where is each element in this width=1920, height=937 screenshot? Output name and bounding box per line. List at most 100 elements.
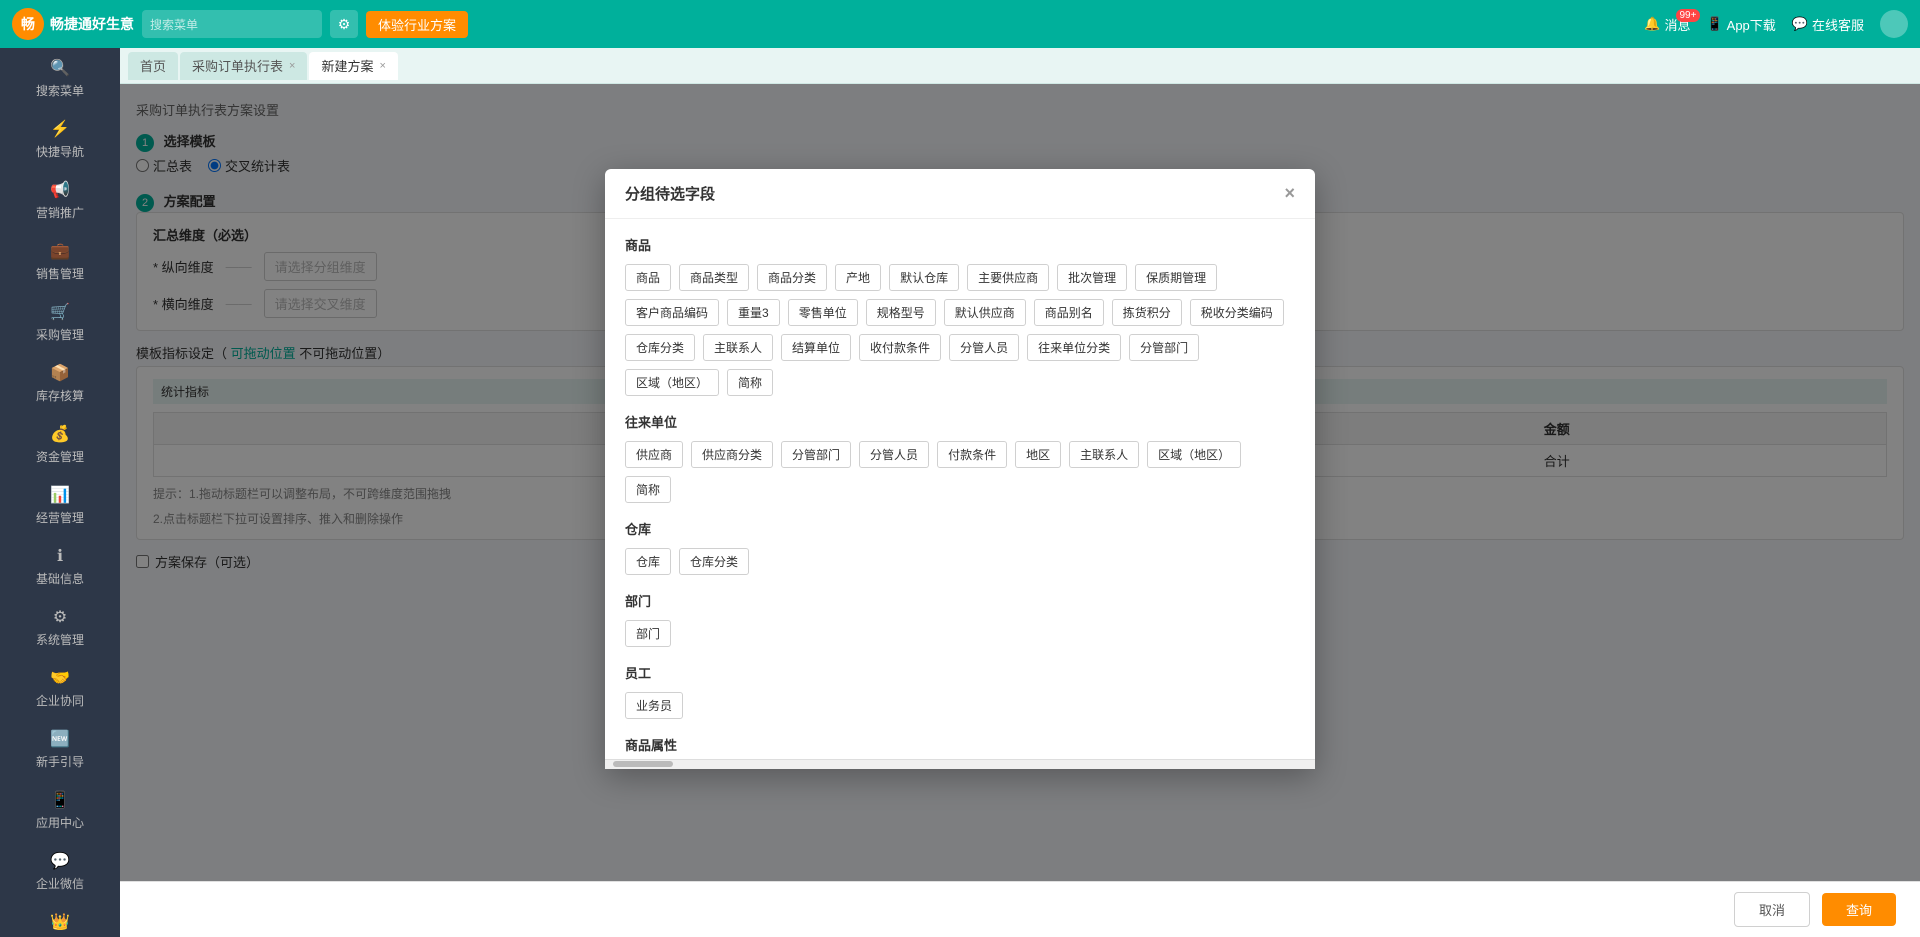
- tabs-bar: 首页 采购订单执行表 × 新建方案 ×: [120, 48, 1920, 84]
- field-tag[interactable]: 供应商分类: [691, 441, 773, 468]
- wechat-icon: 💬: [50, 851, 70, 871]
- marketing-icon: 📢: [50, 180, 70, 200]
- field-tag[interactable]: 保质期管理: [1135, 264, 1217, 291]
- field-tag[interactable]: 分管部门: [1129, 334, 1199, 361]
- sidebar-label-wechat: 企业微信: [36, 875, 84, 892]
- collab-icon: 🤝: [50, 668, 70, 688]
- tab-new-plan-label: 新建方案: [321, 56, 373, 75]
- notification-badge: 99+: [1676, 9, 1701, 22]
- system-icon: ⚙: [53, 607, 67, 627]
- confirm-button[interactable]: 查询: [1822, 893, 1896, 926]
- cancel-button[interactable]: 取消: [1734, 892, 1810, 927]
- app-name: 畅捷通好生意: [50, 14, 134, 34]
- avatar[interactable]: [1880, 10, 1908, 38]
- field-tag[interactable]: 拣货积分: [1112, 299, 1182, 326]
- field-tag[interactable]: 仓库: [625, 548, 671, 575]
- sidebar-label-guide: 新手引导: [36, 753, 84, 770]
- field-tag[interactable]: 商品别名: [1034, 299, 1104, 326]
- sidebar-item-marketing[interactable]: 📢 营销推广: [0, 170, 120, 231]
- field-tag[interactable]: 仓库分类: [625, 334, 695, 361]
- tab-new-plan-close[interactable]: ×: [379, 60, 385, 72]
- field-tag[interactable]: 区域（地区）: [625, 369, 719, 396]
- field-tag[interactable]: 业务员: [625, 692, 683, 719]
- field-tag[interactable]: 简称: [727, 369, 773, 396]
- tab-purchase-exec-close[interactable]: ×: [289, 60, 295, 72]
- field-tag[interactable]: 商品: [625, 264, 671, 291]
- sidebar-item-sales[interactable]: 💼 销售管理: [0, 231, 120, 292]
- tab-home[interactable]: 首页: [128, 52, 178, 80]
- field-grid-goods: 商品商品类型商品分类产地默认仓库主要供应商批次管理保质期管理客户商品编码重量3 零…: [625, 264, 1295, 396]
- appstore-icon: 📱: [50, 790, 70, 810]
- modal-close-button[interactable]: ×: [1284, 183, 1295, 204]
- search-icon: 🔍: [50, 58, 70, 78]
- download-icon: 📱: [1706, 16, 1722, 32]
- field-tag[interactable]: 简称: [625, 476, 671, 503]
- section-title-goods: 商品: [625, 235, 1295, 254]
- field-tag[interactable]: 分管部门: [781, 441, 851, 468]
- field-grid-warehouse: 仓库仓库分类: [625, 548, 1295, 575]
- field-tag[interactable]: 主联系人: [1069, 441, 1139, 468]
- field-tag[interactable]: 零售单位: [788, 299, 858, 326]
- sidebar-item-system[interactable]: ⚙ 系统管理: [0, 597, 120, 658]
- field-tag[interactable]: 主联系人: [703, 334, 773, 361]
- field-tag[interactable]: 供应商: [625, 441, 683, 468]
- field-tag[interactable]: 收付款条件: [859, 334, 941, 361]
- online-service-link[interactable]: 💬 在线客服: [1792, 15, 1864, 34]
- service-icon: 💬: [1792, 16, 1808, 32]
- tab-new-plan[interactable]: 新建方案 ×: [309, 52, 397, 80]
- app-download-link[interactable]: 📱 App下载: [1706, 15, 1775, 34]
- sidebar-label-search: 搜索菜单: [36, 82, 84, 99]
- sidebar-item-operation[interactable]: 📊 经营管理: [0, 475, 120, 536]
- field-tag[interactable]: 规格型号: [866, 299, 936, 326]
- tab-home-label: 首页: [140, 56, 166, 75]
- sidebar-item-purchase[interactable]: 🛒 采购管理: [0, 292, 120, 353]
- gear-icon: ⚙: [338, 16, 351, 33]
- sidebar-item-wechat[interactable]: 💬 企业微信: [0, 841, 120, 902]
- field-tag[interactable]: 税收分类编码: [1190, 299, 1284, 326]
- gear-button[interactable]: ⚙: [330, 10, 358, 38]
- field-tag[interactable]: 往来单位分类: [1027, 334, 1121, 361]
- section-title-product-attr: 商品属性: [625, 735, 1295, 754]
- sidebar-item-guide[interactable]: 🆕 新手引导: [0, 719, 120, 780]
- field-tag[interactable]: 重量3: [727, 299, 780, 326]
- sidebar-label-collab: 企业协同: [36, 692, 84, 709]
- sidebar-item-inventory[interactable]: 📦 库存核算: [0, 353, 120, 414]
- field-tag[interactable]: 区域（地区）: [1147, 441, 1241, 468]
- field-tag[interactable]: 批次管理: [1057, 264, 1127, 291]
- sidebar-item-appstore[interactable]: 📱 应用中心: [0, 780, 120, 841]
- field-tag[interactable]: 付款条件: [937, 441, 1007, 468]
- hscroll-thumb: [613, 761, 673, 767]
- sidebar-item-collab[interactable]: 🤝 企业协同: [0, 658, 120, 719]
- field-tag[interactable]: 结算单位: [781, 334, 851, 361]
- page-footer: 取消 查询: [120, 881, 1920, 937]
- field-tag[interactable]: 分管人员: [859, 441, 929, 468]
- field-tag[interactable]: 主要供应商: [967, 264, 1049, 291]
- field-tag[interactable]: 分管人员: [949, 334, 1019, 361]
- sidebar-item-search[interactable]: 🔍 搜索菜单: [0, 48, 120, 109]
- tab-purchase-exec[interactable]: 采购订单执行表 ×: [180, 52, 307, 80]
- logo-icon: 畅: [12, 8, 44, 40]
- field-tag[interactable]: 产地: [835, 264, 881, 291]
- sidebar-item-basic-info[interactable]: ℹ 基础信息: [0, 536, 120, 597]
- modal-header: 分组待选字段 ×: [605, 169, 1315, 219]
- sidebar-label-marketing: 营销推广: [36, 204, 84, 221]
- modal-horizontal-scrollbar[interactable]: [605, 759, 1315, 768]
- sidebar-label-sales: 销售管理: [36, 265, 84, 282]
- field-tag[interactable]: 默认供应商: [944, 299, 1026, 326]
- notification-bell[interactable]: 🔔 消息 99+: [1644, 15, 1690, 34]
- field-tag[interactable]: 部门: [625, 620, 671, 647]
- field-tag[interactable]: 客户商品编码: [625, 299, 719, 326]
- sidebar-item-finance[interactable]: 💰 资金管理: [0, 414, 120, 475]
- field-select-modal: 分组待选字段 × 商品 商品商品类型商品分类产地默认仓库主要供应商批次管理保质期…: [605, 169, 1315, 769]
- field-tag[interactable]: 商品分类: [757, 264, 827, 291]
- sidebar-label-purchase: 采购管理: [36, 326, 84, 343]
- field-tag[interactable]: 地区: [1015, 441, 1061, 468]
- search-input[interactable]: 搜索菜单: [142, 10, 322, 38]
- experience-button[interactable]: 体验行业方案: [366, 11, 468, 38]
- field-tag[interactable]: 默认仓库: [889, 264, 959, 291]
- sidebar-item-quicknav[interactable]: ⚡ 快捷导航: [0, 109, 120, 170]
- field-tag[interactable]: 仓库分类: [679, 548, 749, 575]
- field-tag[interactable]: 商品类型: [679, 264, 749, 291]
- sidebar-item-member[interactable]: 👑 畅会员: [0, 902, 120, 937]
- sidebar-label-inventory: 库存核算: [36, 387, 84, 404]
